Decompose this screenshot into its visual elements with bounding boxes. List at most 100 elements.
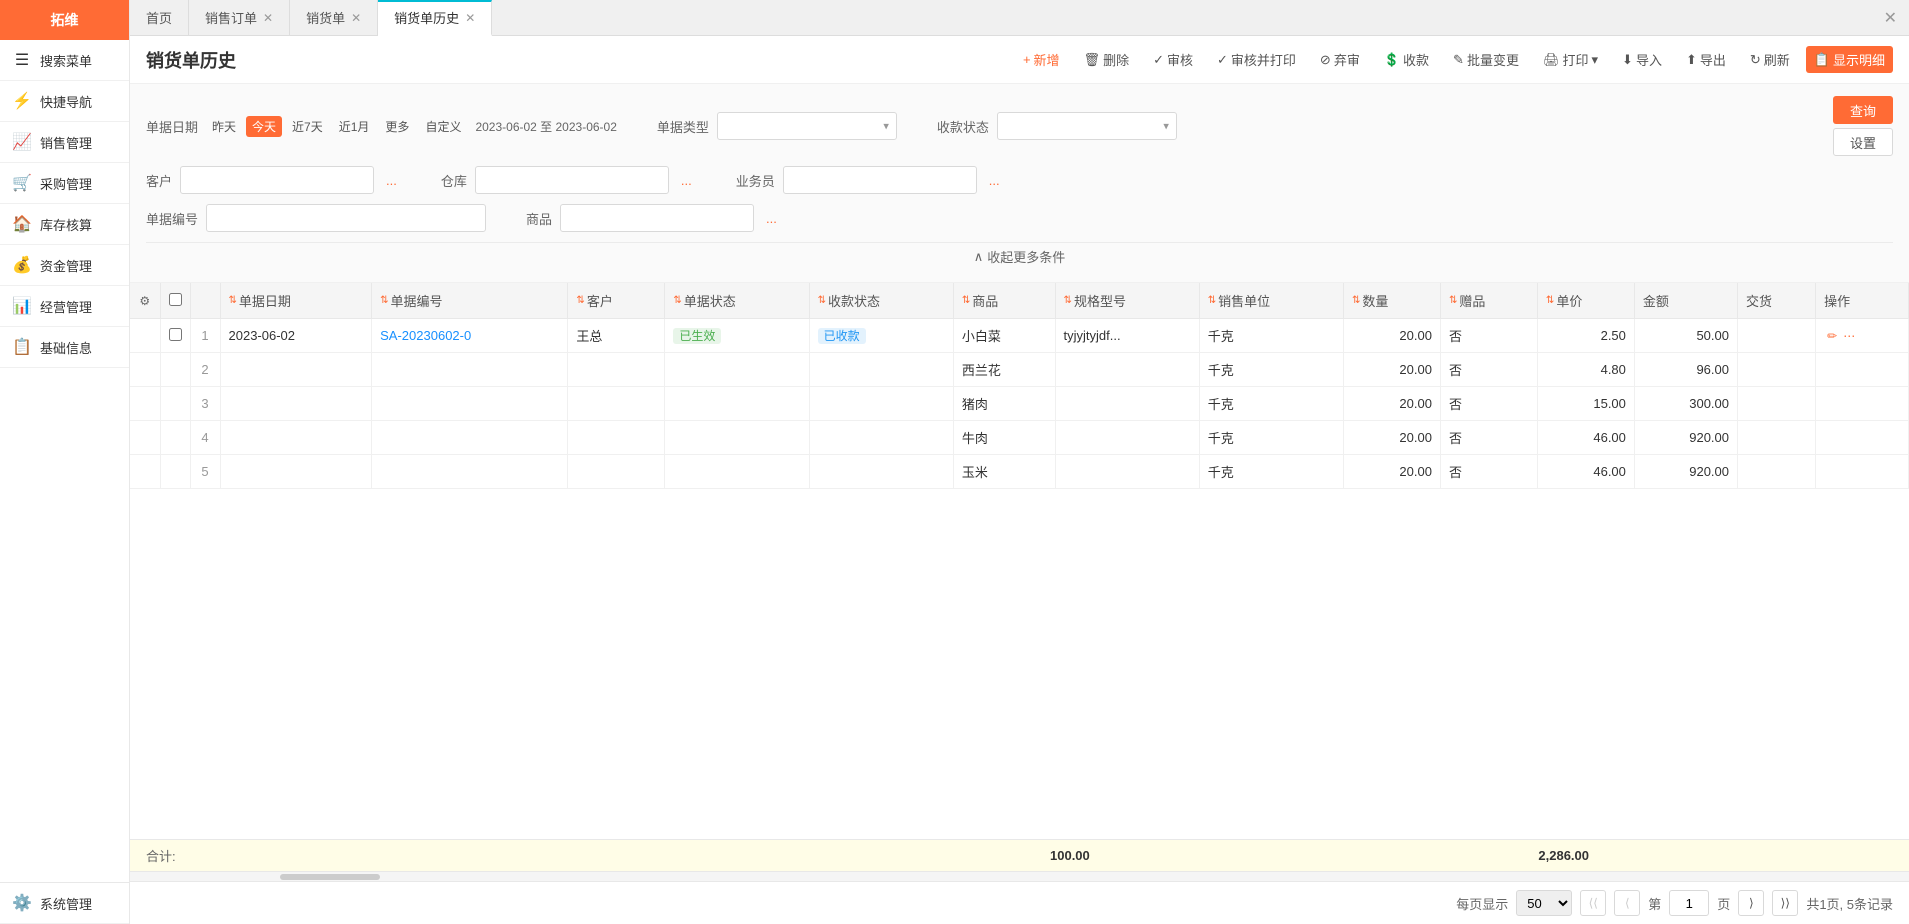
audit-button[interactable]: ✓ 审核 <box>1145 46 1201 73</box>
sort-icon: ⇅ <box>818 295 826 306</box>
col-gift[interactable]: ⇅赠品 <box>1440 283 1537 319</box>
col-qty[interactable]: ⇅数量 <box>1343 283 1440 319</box>
col-doc-status[interactable]: ⇅单据状态 <box>665 283 809 319</box>
last-page-button[interactable]: ⟩⟩ <box>1772 890 1798 916</box>
table-row: 5 玉米 千克 20.00 否 46.00 920.00 <box>130 455 1909 489</box>
col-pay-status[interactable]: ⇅收款状态 <box>809 283 953 319</box>
col-unit[interactable]: ⇅销售单位 <box>1199 283 1343 319</box>
audit-print-button[interactable]: ✓ 审核并打印 <box>1209 46 1304 73</box>
checkbox-cell[interactable] <box>160 421 190 455</box>
sidebar-item-search-menu[interactable]: ☰ 搜索菜单 <box>0 40 129 81</box>
prev-page-button[interactable]: ⟨ <box>1614 890 1640 916</box>
tab-sales-order[interactable]: 销售订单 ✕ <box>189 0 290 36</box>
customer-ellipsis[interactable]: ... <box>382 173 401 188</box>
abandon-button[interactable]: ⊘ 弃审 <box>1312 46 1368 73</box>
query-button[interactable]: 查询 <box>1833 96 1893 124</box>
checkbox-cell[interactable] <box>160 319 190 353</box>
row-checkbox[interactable] <box>169 328 182 341</box>
doc-num-cell[interactable] <box>372 353 568 387</box>
sidebar-item-basic-info[interactable]: 📋 基础信息 <box>0 327 129 368</box>
page-number-input[interactable] <box>1669 890 1709 916</box>
warehouse-ellipsis[interactable]: ... <box>677 173 696 188</box>
col-customer[interactable]: ⇅客户 <box>568 283 665 319</box>
date-btn-yesterday[interactable]: 昨天 <box>206 116 242 137</box>
sidebar-item-finance[interactable]: 💰 资金管理 <box>0 245 129 286</box>
doc-num-cell[interactable] <box>372 387 568 421</box>
tab-sales-history[interactable]: 销货单历史 ✕ <box>378 0 492 36</box>
refresh-label: 刷新 <box>1764 50 1790 69</box>
type-select[interactable] <box>717 112 897 140</box>
close-sales-history-icon[interactable]: ✕ <box>465 11 475 25</box>
payment-select[interactable] <box>997 112 1177 140</box>
doc-num-cell[interactable]: SA-20230602-0 <box>372 319 568 353</box>
sidebar-item-quick-nav[interactable]: ⚡ 快捷导航 <box>0 81 129 122</box>
col-goods[interactable]: ⇅商品 <box>953 283 1055 319</box>
settings-col-header[interactable]: ⚙ <box>130 283 160 319</box>
checkbox-cell[interactable] <box>160 387 190 421</box>
sort-icon: ⇅ <box>1208 295 1216 306</box>
col-doc-num[interactable]: ⇅单据编号 <box>372 283 568 319</box>
refresh-button[interactable]: ↻ 刷新 <box>1742 46 1798 73</box>
settings-cell <box>130 455 160 489</box>
more-action[interactable]: ⋯ <box>1843 329 1855 343</box>
first-page-button[interactable]: ⟨⟨ <box>1580 890 1606 916</box>
col-price[interactable]: ⇅单价 <box>1537 283 1634 319</box>
horizontal-scrollbar[interactable] <box>130 871 1909 881</box>
doc-num-cell[interactable] <box>372 421 568 455</box>
scrollbar-thumb[interactable] <box>280 874 380 880</box>
col-spec[interactable]: ⇅规格型号 <box>1055 283 1199 319</box>
select-all-checkbox[interactable] <box>169 293 182 306</box>
col-row-num <box>190 283 220 319</box>
date-btn-1month[interactable]: 近1月 <box>333 116 376 137</box>
sidebar-item-inventory[interactable]: 🏠 库存核算 <box>0 204 129 245</box>
goods-cell: 西兰花 <box>953 353 1055 387</box>
settings-cell <box>130 319 160 353</box>
new-button[interactable]: + 新增 <box>1015 46 1068 73</box>
settings-cell <box>130 353 160 387</box>
edit-action[interactable]: ✏ <box>1827 329 1837 343</box>
date-btn-custom[interactable]: 自定义 <box>419 116 467 137</box>
next-page-button[interactable]: ⟩ <box>1738 890 1764 916</box>
checkbox-cell[interactable] <box>160 353 190 387</box>
customer-input[interactable] <box>180 166 374 194</box>
checkbox-col-header[interactable] <box>160 283 190 319</box>
window-close-button[interactable]: ✕ <box>1872 8 1909 28</box>
type-filter-group: 单据类型 <box>657 112 897 140</box>
print-button[interactable]: 🖨 打印 ▾ <box>1535 46 1606 73</box>
sidebar-item-purchase-mgmt[interactable]: 🛒 采购管理 <box>0 163 129 204</box>
goods-input[interactable] <box>560 204 754 232</box>
date-btn-7days[interactable]: 近7天 <box>286 116 329 137</box>
tab-sales-goods[interactable]: 销货单 ✕ <box>290 0 378 36</box>
checkbox-cell[interactable] <box>160 455 190 489</box>
warehouse-input[interactable] <box>475 166 669 194</box>
goods-ellipsis[interactable]: ... <box>762 211 781 226</box>
import-button[interactable]: ⬇ 导入 <box>1614 46 1670 73</box>
salesperson-input[interactable] <box>783 166 977 194</box>
doc-num-cell[interactable] <box>372 455 568 489</box>
type-select-wrapper <box>717 112 897 140</box>
collapse-filter-button[interactable]: ∧ 收起更多条件 <box>146 242 1893 270</box>
delete-icon: 🗑 <box>1084 52 1101 68</box>
sidebar-item-sales-mgmt[interactable]: 📈 销售管理 <box>0 122 129 163</box>
page-size-select[interactable]: 10 20 50 100 <box>1516 890 1572 916</box>
audit-icon: ✓ <box>1153 52 1164 68</box>
close-sales-goods-icon[interactable]: ✕ <box>351 11 361 25</box>
delete-button[interactable]: 🗑 删除 <box>1076 46 1138 73</box>
pay-status-cell: 已收款 <box>809 319 953 353</box>
col-date[interactable]: ⇅单据日期 <box>220 283 372 319</box>
tab-home[interactable]: 首页 <box>130 0 189 36</box>
collect-button[interactable]: 💲 收款 <box>1376 46 1437 73</box>
show-detail-button[interactable]: 📋 显示明细 <box>1806 46 1893 73</box>
batch-change-button[interactable]: ✎ 批量变更 <box>1445 46 1527 73</box>
date-btn-today[interactable]: 今天 <box>246 116 282 137</box>
import-icon: ⬇ <box>1622 52 1633 68</box>
docnum-input[interactable] <box>206 204 486 232</box>
close-sales-order-icon[interactable]: ✕ <box>263 11 273 25</box>
settings-button[interactable]: 设置 <box>1833 128 1893 156</box>
salesperson-ellipsis[interactable]: ... <box>985 173 1004 188</box>
date-btn-more[interactable]: 更多 <box>379 116 415 137</box>
export-button[interactable]: ⬆ 导出 <box>1678 46 1734 73</box>
basic-info-icon: 📋 <box>12 337 32 357</box>
sidebar-item-sys-mgmt[interactable]: ⚙️ 系统管理 <box>0 882 129 924</box>
sidebar-item-operations[interactable]: 📊 经营管理 <box>0 286 129 327</box>
